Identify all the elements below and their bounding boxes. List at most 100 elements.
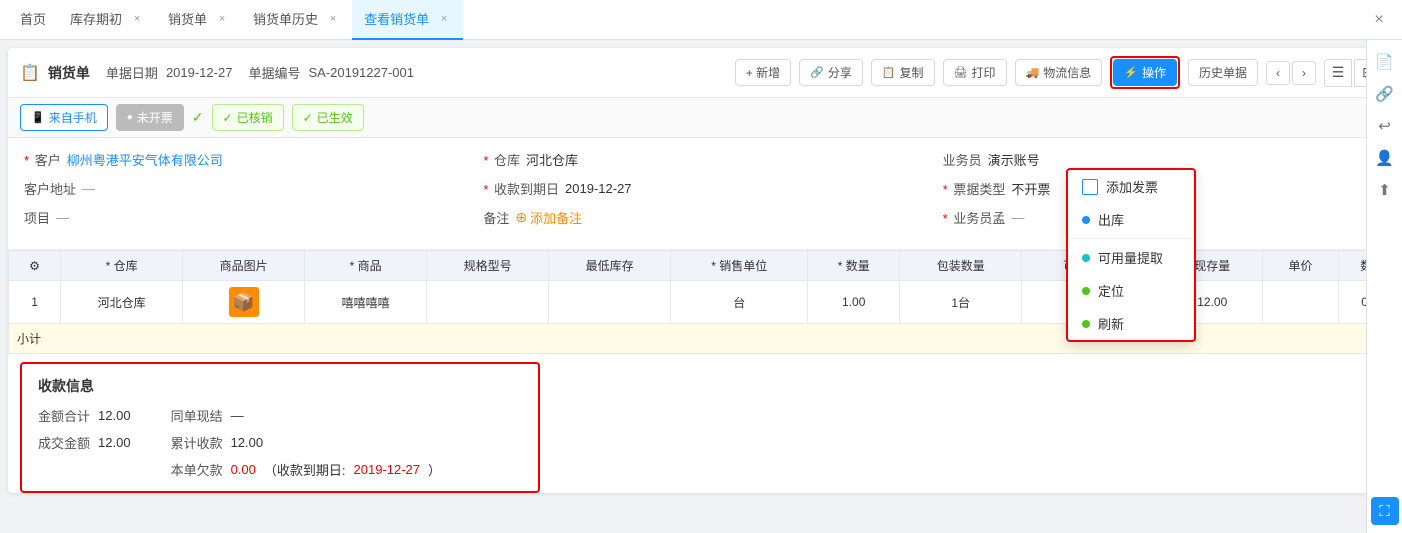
row-product: 嘻嘻嘻嘻 <box>305 281 427 324</box>
tab-inventory-init[interactable]: 库存期初 × <box>58 0 156 40</box>
deal-amount-item: 成交金额 12.00 <box>38 433 131 452</box>
tab-sales-order-close[interactable]: × <box>215 12 229 26</box>
add-note-button[interactable]: ⊕ 添加备注 <box>515 208 582 227</box>
sidebar-upload-icon[interactable]: ⬆ <box>1371 176 1399 204</box>
dropdown-divider-1 <box>1068 238 1194 239</box>
col-qty: * 数量 <box>808 251 900 281</box>
tab-sales-order[interactable]: 销货单 × <box>156 0 241 40</box>
tab-view-sales-label: 查看销货单 <box>364 9 429 28</box>
locate-icon <box>1082 287 1090 295</box>
tab-home-label: 首页 <box>20 9 46 28</box>
row-qty: 1.00 <box>808 281 900 324</box>
col-pack-qty: 包装数量 <box>900 251 1022 281</box>
warehouse-value: 河北仓库 <box>526 150 578 169</box>
staff-value: 演示账号 <box>988 150 1040 169</box>
operations-highlight: ⚡ 操作 <box>1110 56 1180 89</box>
sidebar-fullscreen-icon[interactable]: ⛶ <box>1371 497 1399 525</box>
amount-total-item: 金额合计 12.00 <box>38 406 131 425</box>
confirm-area: ✓ <box>192 109 204 126</box>
tab-bar: 首页 库存期初 × 销货单 × 销货单历史 × 查看销货单 × × <box>0 0 1402 40</box>
payment-col-left: 金额合计 12.00 成交金额 12.00 <box>38 406 131 479</box>
add-invoice-item[interactable]: 添加发票 <box>1068 170 1194 203</box>
add-invoice-icon <box>1082 179 1098 195</box>
row-price <box>1262 281 1339 324</box>
effective-badge: ✓ 已生效 <box>292 104 364 131</box>
row-warehouse: 河北仓库 <box>61 281 183 324</box>
col-product-img: 商品图片 <box>183 251 305 281</box>
amount-total-value: 12.00 <box>98 408 131 423</box>
sidebar-doc-icon[interactable]: 📄 <box>1371 48 1399 76</box>
nav-prev[interactable]: ‹ <box>1266 61 1290 85</box>
tab-sales-history-label: 销货单历史 <box>253 9 318 28</box>
new-button[interactable]: + 新增 <box>735 59 791 86</box>
staff-field: 业务员 演示账号 <box>943 150 1378 169</box>
share-button[interactable]: 🔗 分享 <box>799 59 863 86</box>
cumulative-collection-item: 累计收款 12.00 <box>171 433 441 452</box>
warehouse-out-item[interactable]: 出库 <box>1068 203 1194 236</box>
ticket-type-value: 不开票 <box>1011 179 1050 198</box>
cumulative-collection-value: 12.00 <box>231 435 264 450</box>
doc-actions: + 新增 🔗 分享 📋 复制 🖨 打印 🚚 物流信息 ⚡ 操作 <box>735 56 1382 89</box>
row-pack-qty: 1台 <box>900 281 1022 324</box>
print-button[interactable]: 🖨 打印 <box>943 59 1007 86</box>
list-view-button[interactable]: ☰ <box>1324 59 1352 87</box>
row-min-stock <box>549 281 671 324</box>
from-mobile-button[interactable]: 📱 来自手机 <box>20 104 108 131</box>
sidebar-link-icon[interactable]: 🔗 <box>1371 80 1399 108</box>
row-index: 1 <box>9 281 61 324</box>
col-gear[interactable]: ⚙ <box>9 251 61 281</box>
this-order-due-date: 2019-12-27 <box>354 462 421 477</box>
col-product: * 商品 <box>305 251 427 281</box>
history-button[interactable]: 历史单据 <box>1188 59 1258 86</box>
locate-item[interactable]: 定位 <box>1068 274 1194 307</box>
logistics-button[interactable]: 🚚 物流信息 <box>1015 59 1103 86</box>
doc-icon: 📋 <box>20 63 40 83</box>
doc-date-label: 单据日期 2019-12-27 <box>106 63 233 82</box>
warehouse-field: * 仓库 河北仓库 <box>483 150 918 169</box>
project-value: — <box>56 210 69 225</box>
not-open-button[interactable]: ● 未开票 <box>116 104 184 131</box>
window-close-button[interactable]: × <box>1364 5 1394 35</box>
quantity-fetch-item[interactable]: 可用量提取 <box>1068 241 1194 274</box>
tab-view-sales[interactable]: 查看销货单 × <box>352 0 463 40</box>
right-sidebar: 📄 🔗 ↩ 👤 ⬆ ⛶ <box>1366 40 1402 533</box>
refresh-icon <box>1082 320 1090 328</box>
operations-button[interactable]: ⚡ 操作 <box>1113 59 1177 86</box>
doc-number-label: 单据编号 SA-20191227-001 <box>248 63 414 82</box>
row-spec <box>427 281 549 324</box>
tab-sales-history[interactable]: 销货单历史 × <box>241 0 352 40</box>
salesperson-value: — <box>1011 210 1024 225</box>
col-price: 单价 <box>1262 251 1339 281</box>
checked-badge: ✓ 已核销 <box>212 104 284 131</box>
product-image: 📦 <box>229 287 259 317</box>
warehouse-out-icon <box>1082 216 1090 224</box>
doc-meta: 单据日期 2019-12-27 单据编号 SA-20191227-001 <box>106 63 414 82</box>
row-img: 📦 <box>183 281 305 324</box>
due-date-value: 2019-12-27 <box>565 181 632 196</box>
doc-header: 📋 销货单 单据日期 2019-12-27 单据编号 SA-20191227-0… <box>8 48 1394 98</box>
customer-value[interactable]: 柳州粤港平安气体有限公司 <box>67 150 223 169</box>
doc-type-label: 销货单 <box>48 63 90 83</box>
nav-next[interactable]: › <box>1292 61 1316 85</box>
copy-button[interactable]: 📋 复制 <box>871 59 935 86</box>
deal-amount-value: 12.00 <box>98 435 131 450</box>
payment-section: 收款信息 金额合计 12.00 成交金额 12.00 同单现结 — 累计收款 <box>20 362 540 493</box>
sidebar-user-icon[interactable]: 👤 <box>1371 144 1399 172</box>
refresh-item[interactable]: 刷新 <box>1068 307 1194 340</box>
this-order-due-item: 本单欠款 0.00 （收款到期日: 2019-12-27 ） <box>171 460 441 479</box>
tab-inventory-init-close[interactable]: × <box>130 12 144 26</box>
col-spec: 规格型号 <box>427 251 549 281</box>
this-order-due-value: 0.00 <box>231 462 256 477</box>
same-order-settle-item: 同单现结 — <box>171 406 441 425</box>
tab-home[interactable]: 首页 <box>8 0 58 40</box>
note-field: 备注 ⊕ 添加备注 <box>483 208 918 227</box>
due-date-field: * 收款到期日 2019-12-27 <box>483 179 918 198</box>
tab-sales-history-close[interactable]: × <box>326 12 340 26</box>
col-unit: * 销售单位 <box>671 251 808 281</box>
sidebar-return-icon[interactable]: ↩ <box>1371 112 1399 140</box>
quantity-fetch-icon <box>1082 254 1090 262</box>
tab-view-sales-close[interactable]: × <box>437 12 451 26</box>
toolbar-row: 📱 来自手机 ● 未开票 ✓ ✓ 已核销 ✓ 已生效 <box>8 98 1394 138</box>
same-order-settle-value: — <box>231 408 244 423</box>
payment-title: 收款信息 <box>38 376 522 396</box>
